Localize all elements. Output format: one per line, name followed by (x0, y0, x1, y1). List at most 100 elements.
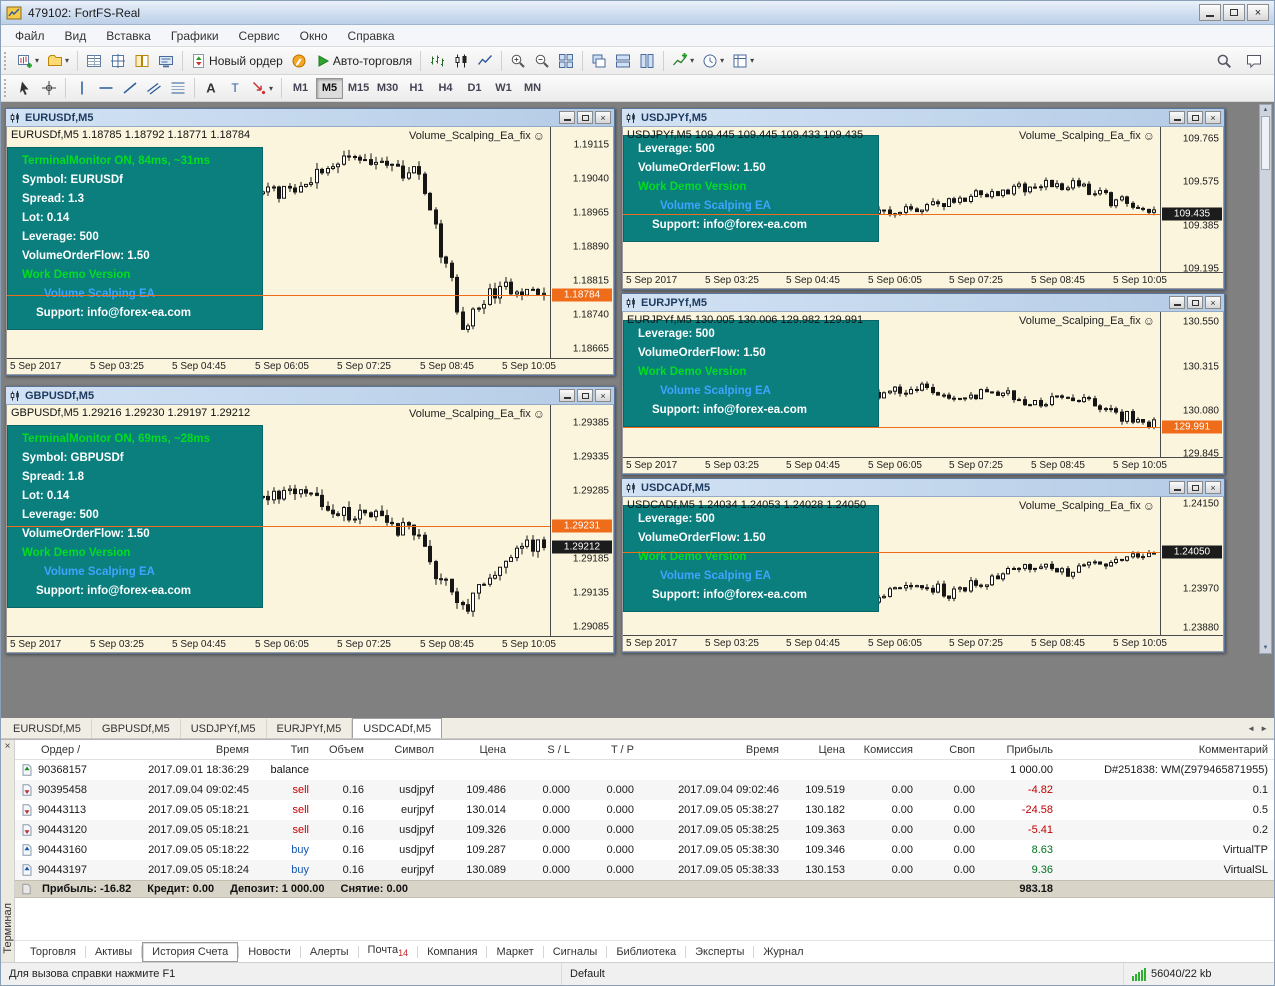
column-header-10[interactable]: Комиссия (851, 744, 919, 756)
column-header-11[interactable]: Своп (919, 744, 981, 756)
chart-window-titlebar[interactable]: USDCADf,M5 × (622, 479, 1224, 497)
chart-window-titlebar[interactable]: GBPUSDf,M5 × (6, 387, 614, 405)
minimize-button[interactable] (1199, 4, 1221, 21)
menu-item-Графики[interactable]: Графики (161, 26, 229, 46)
toolbar-drag-handle[interactable] (4, 79, 8, 97)
toolbar-button-fibonacci[interactable] (166, 77, 190, 100)
workspace-scrollbar[interactable]: ▲ ▼ (1259, 104, 1272, 654)
toolbar-drag-handle[interactable] (4, 51, 8, 70)
toolbar-button-autotrading[interactable]: Авто-торговля (311, 49, 416, 72)
close-button[interactable]: × (1247, 4, 1269, 21)
tabs-scroll-right-button[interactable]: ► (1260, 724, 1268, 733)
menu-item-Вставка[interactable]: Вставка (96, 26, 161, 46)
history-row[interactable]: 90443160 2017.09.05 05:18:22 buy 0.16 usdjpy… (15, 840, 1274, 860)
chart-close-button[interactable]: × (595, 389, 611, 402)
toolbar-button-periods[interactable]: ▾ (698, 49, 728, 72)
column-header-8[interactable]: Время (640, 744, 785, 756)
scroll-up-icon[interactable]: ▲ (1263, 105, 1269, 115)
column-header-13[interactable]: Комментарий (1059, 744, 1274, 756)
menu-item-Справка[interactable]: Справка (338, 26, 405, 46)
toolbar-button-new-order[interactable]: Новый ордер (187, 49, 287, 72)
timeframe-H4[interactable]: H4 (432, 78, 459, 99)
toolbar-button-zoom-in[interactable] (506, 49, 530, 72)
toolbar-button-search[interactable] (1212, 49, 1236, 72)
chart-close-button[interactable]: × (1205, 111, 1221, 124)
toolbar-button-tile-windows[interactable] (554, 49, 578, 72)
history-row[interactable]: 90443120 2017.09.05 05:18:21 sell 0.16 usdjp… (15, 820, 1274, 840)
toolbar-button-zoom-out[interactable] (530, 49, 554, 72)
column-header-1[interactable]: Время (125, 744, 255, 756)
toolbar-button-templates[interactable]: ▾ (728, 49, 758, 72)
toolbar-button-cursor[interactable] (13, 77, 37, 100)
menu-item-Вид[interactable]: Вид (55, 26, 97, 46)
chart-restore-button[interactable] (1187, 111, 1203, 124)
history-row[interactable]: 90395458 2017.09.04 09:02:45 sell 0.16 usdjp… (15, 780, 1274, 800)
toolbar-button-candle-chart[interactable] (449, 49, 473, 72)
chart-plot-area[interactable]: Leverage: 500 VolumeOrderFlow: 1.50 Work D… (623, 127, 1161, 272)
chart-plot-area[interactable]: Leverage: 500 VolumeOrderFlow: 1.50 Work D… (623, 497, 1161, 635)
chart-plot-area[interactable]: TerminalMonitor ON, 69ms, ~28ms Symbol: G… (7, 405, 551, 636)
history-row[interactable]: 90368157 2017.09.01 18:36:29 balance 1 000.… (15, 760, 1274, 780)
chart-minimize-button[interactable] (1169, 296, 1185, 309)
chart-minimize-button[interactable] (559, 111, 575, 124)
timeframe-M30[interactable]: M30 (374, 78, 401, 99)
status-profile[interactable]: Default (562, 963, 1124, 985)
timeframe-M15[interactable]: M15 (345, 78, 372, 99)
toolbar-button-vertical-line[interactable] (70, 77, 94, 100)
terminal-tab-Почта[interactable]: Почта14 (359, 941, 418, 961)
menu-item-Окно[interactable]: Окно (290, 26, 338, 46)
chart-tab-USDJPYf,M5[interactable]: USDJPYf,M5 (181, 719, 267, 738)
column-header-12[interactable]: Прибыль (981, 744, 1059, 756)
terminal-tab-Сигналы[interactable]: Сигналы (544, 943, 607, 961)
timeframe-W1[interactable]: W1 (490, 78, 517, 99)
tabs-scroll-left-button[interactable]: ◄ (1247, 724, 1255, 733)
toolbar-button-arrows[interactable]: ▾ (247, 77, 277, 100)
toolbar-button-navigator[interactable] (130, 49, 154, 72)
toolbar-button-bar-chart[interactable] (425, 49, 449, 72)
chart-minimize-button[interactable] (1169, 111, 1185, 124)
toolbar-button-indicators[interactable]: ▾ (668, 49, 698, 72)
terminal-tab-Журнал[interactable]: Журнал (754, 943, 812, 961)
toolbar-button-horizontal-line[interactable] (94, 77, 118, 100)
chart-plot-area[interactable]: TerminalMonitor ON, 84ms, ~31ms Symbol: E… (7, 127, 551, 358)
terminal-tab-Библиотека[interactable]: Библиотека (607, 943, 685, 961)
terminal-tab-Новости[interactable]: Новости (239, 943, 300, 961)
chart-tab-USDCADf,M5[interactable]: USDCADf,M5 (352, 718, 443, 738)
toolbar-button-tile-vertical[interactable] (635, 49, 659, 72)
column-header-7[interactable]: T / P (576, 744, 640, 756)
chart-tab-EURJPYf,M5[interactable]: EURJPYf,M5 (267, 719, 353, 738)
timeframe-M5[interactable]: M5 (316, 77, 344, 99)
toolbar-button-market-watch[interactable] (82, 49, 106, 72)
toolbar-button-data-window[interactable] (106, 49, 130, 72)
chart-close-button[interactable]: × (595, 111, 611, 124)
toolbar-button-metaeditor[interactable] (287, 49, 311, 72)
terminal-tab-Маркет[interactable]: Маркет (487, 943, 542, 961)
terminal-tab-Эксперты[interactable]: Эксперты (686, 943, 753, 961)
menu-item-Файл[interactable]: Файл (5, 26, 55, 46)
terminal-tab-Торговля[interactable]: Торговля (21, 943, 85, 961)
toolbar-button-tile-horizontal[interactable] (611, 49, 635, 72)
toolbar-button-terminal-panel[interactable] (154, 49, 178, 72)
chart-tab-GBPUSDf,M5[interactable]: GBPUSDf,M5 (92, 719, 181, 738)
terminal-close-button[interactable]: × (5, 740, 11, 753)
toolbar-button-line-chart[interactable] (473, 49, 497, 72)
column-header-9[interactable]: Цена (785, 744, 851, 756)
chart-plot-area[interactable]: Leverage: 500 VolumeOrderFlow: 1.50 Work D… (623, 312, 1161, 457)
column-header-0[interactable]: Ордер / (15, 744, 125, 756)
toolbar-button-cascade-windows[interactable] (587, 49, 611, 72)
column-header-4[interactable]: Символ (370, 744, 440, 756)
column-header-6[interactable]: S / L (512, 744, 576, 756)
toolbar-button-text[interactable]: A (199, 77, 223, 100)
chart-restore-button[interactable] (1187, 481, 1203, 494)
maximize-button[interactable] (1223, 4, 1245, 21)
timeframe-M1[interactable]: M1 (287, 78, 314, 99)
column-header-5[interactable]: Цена (440, 744, 512, 756)
chart-restore-button[interactable] (1187, 296, 1203, 309)
chart-restore-button[interactable] (577, 389, 593, 402)
toolbar-button-new-chart[interactable]: ▾ (13, 49, 43, 72)
chart-close-button[interactable]: × (1205, 481, 1221, 494)
toolbar-button-text-label[interactable]: T (223, 77, 247, 100)
toolbar-button-crosshair[interactable] (37, 77, 61, 100)
history-row[interactable]: 90443113 2017.09.05 05:18:21 sell 0.16 eurjp… (15, 800, 1274, 820)
timeframe-D1[interactable]: D1 (461, 78, 488, 99)
